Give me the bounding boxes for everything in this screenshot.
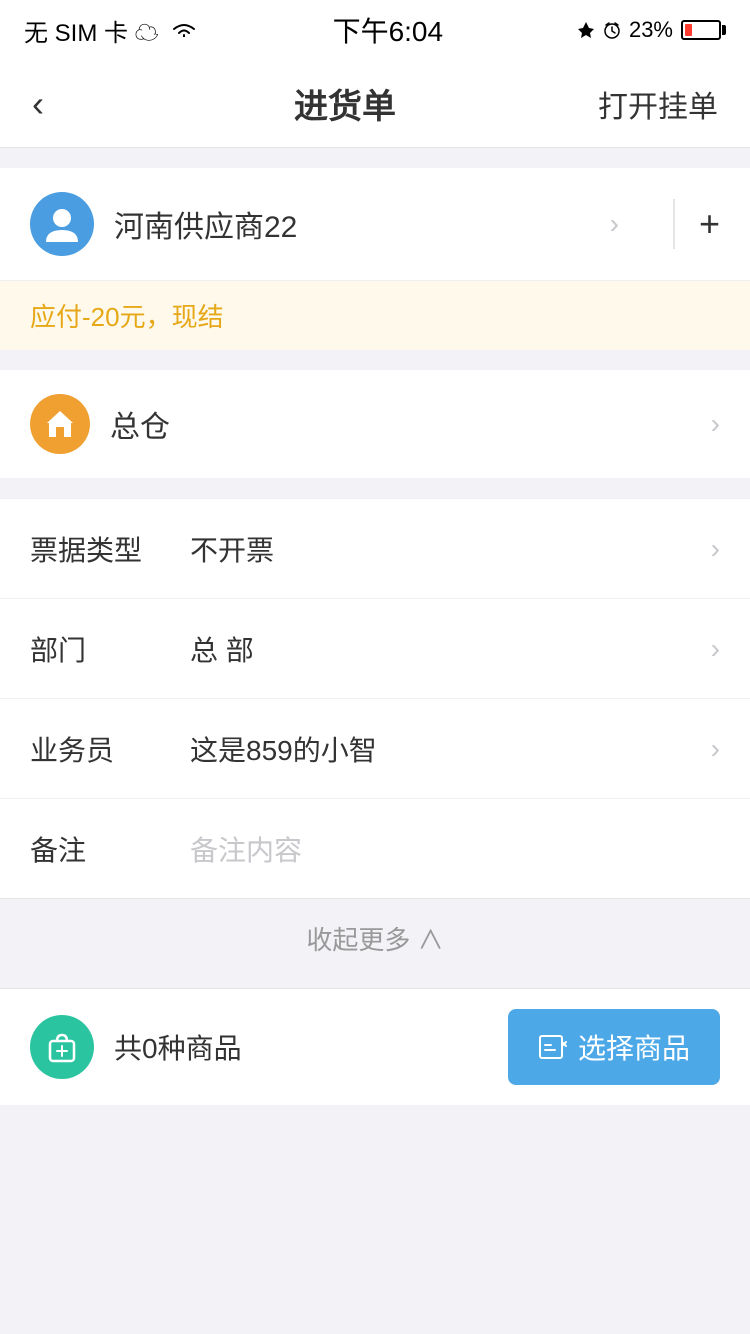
remark-label: 备注 (30, 829, 170, 869)
page-title: 进货单 (294, 79, 396, 128)
notice-row: 应付-20元，现结 (0, 281, 750, 350)
warehouse-chevron-icon: › (711, 408, 720, 440)
divider-3 (0, 478, 750, 498)
product-count: 共0种商品 (114, 1027, 508, 1067)
status-right: 23% (577, 17, 726, 43)
dept-label: 部门 (30, 629, 170, 669)
remark-input[interactable]: 备注内容 (170, 829, 720, 869)
location-icon (577, 21, 595, 39)
warehouse-icon (30, 394, 90, 454)
back-button[interactable]: ‹ (32, 83, 92, 125)
product-footer: 共0种商品 选择商品 (0, 988, 750, 1105)
top-divider (0, 148, 750, 168)
warehouse-name: 总仓 (110, 402, 711, 446)
dept-chevron-icon: › (711, 633, 720, 665)
divider-2 (0, 350, 750, 370)
sales-row[interactable]: 业务员 这是859的小智 › (0, 698, 750, 798)
wifi-icon (169, 19, 199, 41)
open-pending-button[interactable]: 打开挂单 (598, 82, 718, 126)
warehouse-section[interactable]: 总仓 › (0, 370, 750, 478)
status-bar: 无 SIM 卡 ☁ 下午6:04 23% (0, 0, 750, 60)
nav-bar: ‹ 进货单 打开挂单 (0, 60, 750, 148)
supplier-section: 河南供应商22 › + 应付-20元，现结 (0, 168, 750, 350)
invoice-row[interactable]: 票据类型 不开票 › (0, 498, 750, 598)
status-left: 无 SIM 卡 ☁ (24, 13, 199, 48)
status-time: 下午6:04 (333, 10, 444, 50)
battery-percent: 23% (629, 17, 673, 43)
person-icon (42, 204, 82, 244)
sales-label: 业务员 (30, 729, 170, 769)
notice-text: 应付-20元，现结 (30, 302, 224, 332)
bag-icon (44, 1029, 80, 1065)
select-product-icon (538, 1032, 568, 1062)
form-section: 票据类型 不开票 › 部门 总 部 › 业务员 这是859的小智 › 备注 备注… (0, 498, 750, 898)
supplier-divider (673, 199, 675, 249)
divider-4 (0, 978, 750, 988)
supplier-row[interactable]: 河南供应商22 › + (0, 168, 750, 281)
product-icon (30, 1015, 94, 1079)
select-product-label: 选择商品 (578, 1027, 690, 1067)
house-icon (43, 407, 77, 441)
remark-row[interactable]: 备注 备注内容 (0, 798, 750, 898)
dept-value: 总 部 (170, 629, 711, 669)
add-supplier-button[interactable]: + (699, 203, 720, 245)
invoice-label: 票据类型 (30, 529, 170, 569)
alarm-icon (603, 21, 621, 39)
supplier-chevron-icon: › (610, 208, 619, 240)
collapse-row[interactable]: 收起更多 ∧ (0, 898, 750, 978)
warehouse-row[interactable]: 总仓 › (0, 370, 750, 478)
sim-label: 无 SIM 卡 ☁ (24, 13, 159, 48)
select-product-button[interactable]: 选择商品 (508, 1009, 720, 1085)
sales-value: 这是859的小智 (170, 729, 711, 769)
collapse-label: 收起更多 ∧ (306, 920, 443, 957)
supplier-avatar (30, 192, 94, 256)
supplier-name: 河南供应商22 (114, 202, 610, 246)
dept-row[interactable]: 部门 总 部 › (0, 598, 750, 698)
battery-icon (681, 20, 726, 40)
invoice-chevron-icon: › (711, 533, 720, 565)
invoice-value: 不开票 (170, 529, 711, 569)
sales-chevron-icon: › (711, 733, 720, 765)
main-content: 河南供应商22 › + 应付-20元，现结 总仓 › (0, 148, 750, 1334)
